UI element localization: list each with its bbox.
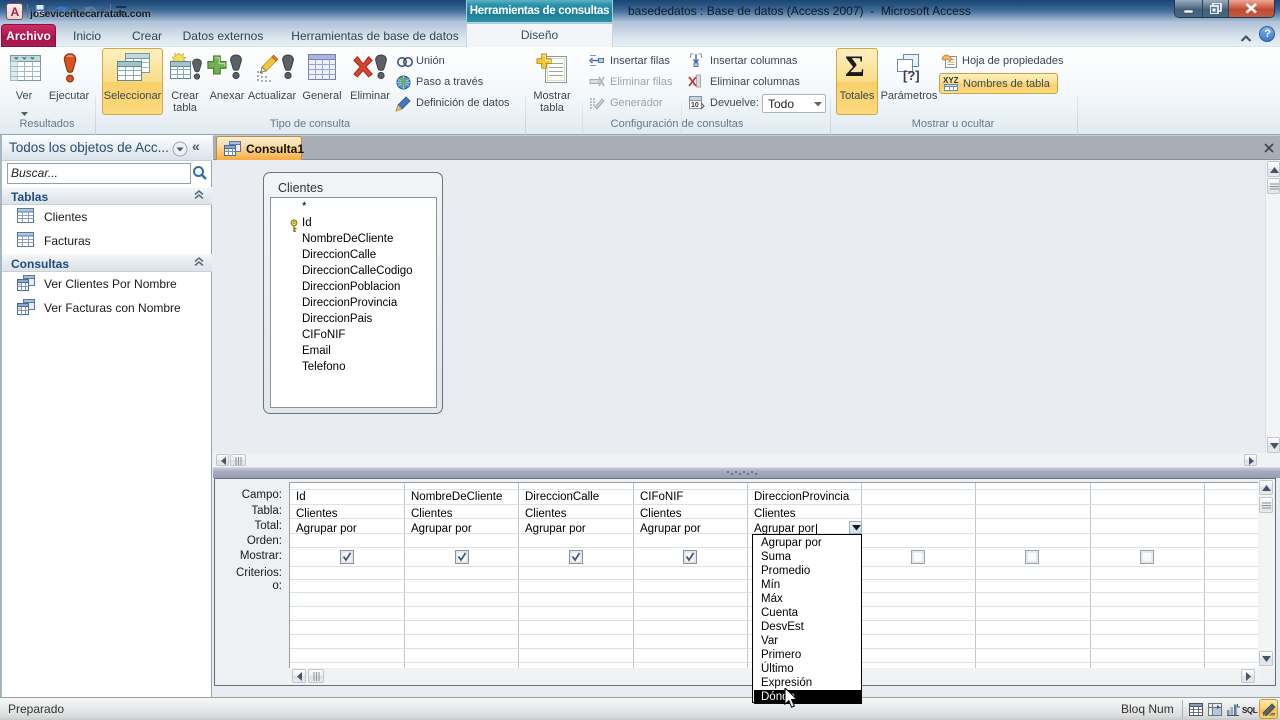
svg-text:10: 10 <box>691 102 699 109</box>
svg-text:XYZ: XYZ <box>943 76 959 85</box>
svg-text:[?]: [?] <box>903 68 920 83</box>
